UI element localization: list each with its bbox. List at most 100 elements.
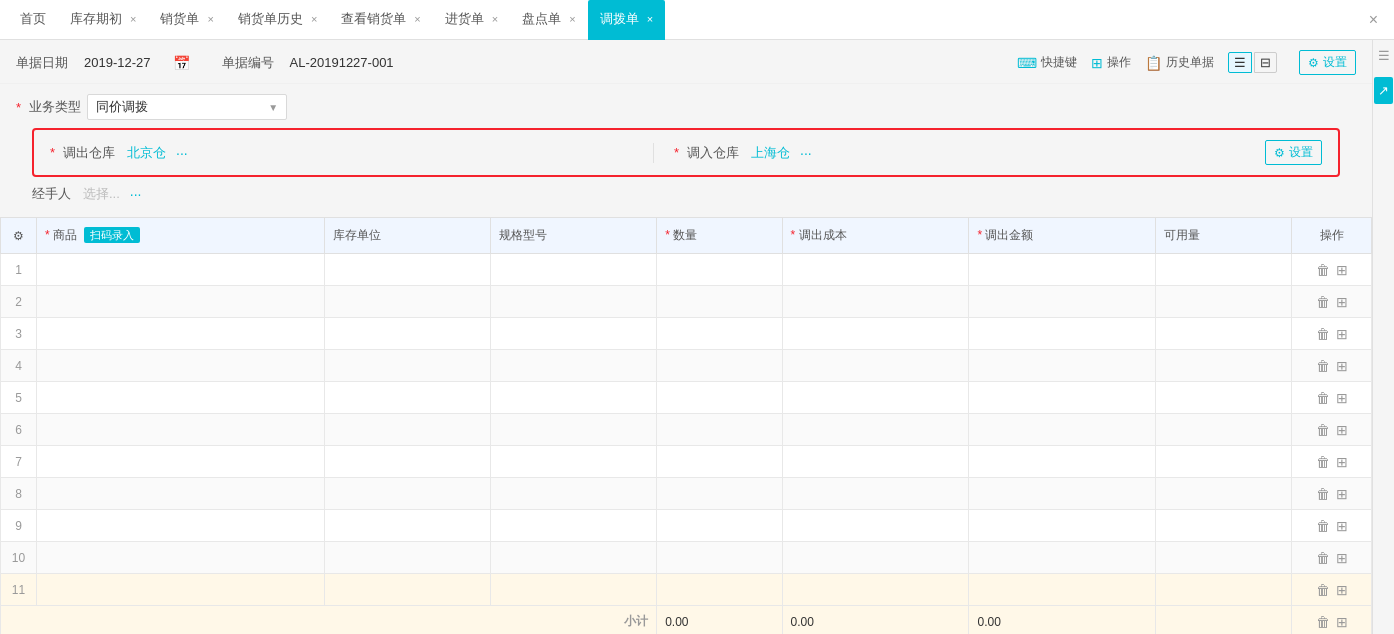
row-amount-4[interactable]	[969, 350, 1156, 382]
tab-inventory-check-close[interactable]: ×	[569, 13, 575, 25]
row-qty-9[interactable]	[657, 510, 782, 542]
row-unit-10[interactable]	[324, 542, 490, 574]
row-copy-btn-10[interactable]: ⊞	[1336, 550, 1348, 566]
row-spec-5[interactable]	[490, 382, 656, 414]
layout-grid-btn[interactable]: ⊟	[1254, 52, 1277, 73]
row-amount-6[interactable]	[969, 414, 1156, 446]
row-amount-5[interactable]	[969, 382, 1156, 414]
subtotal-copy-btn[interactable]: ⊞	[1336, 614, 1348, 630]
row-cost-10[interactable]	[782, 542, 969, 574]
th-gear[interactable]: ⚙	[1, 218, 37, 254]
row-qty-6[interactable]	[657, 414, 782, 446]
tab-view-sales-close[interactable]: ×	[414, 13, 420, 25]
tab-sales-order[interactable]: 销货单 ×	[148, 0, 225, 40]
row-product-1[interactable]	[37, 254, 325, 286]
row-spec-11[interactable]	[490, 574, 656, 606]
row-delete-btn-11[interactable]: 🗑	[1316, 582, 1330, 598]
row-qty-1[interactable]	[657, 254, 782, 286]
row-copy-btn-7[interactable]: ⊞	[1336, 454, 1348, 470]
tab-purchase-order-close[interactable]: ×	[492, 13, 498, 25]
dest-warehouse-more[interactable]: ···	[800, 145, 812, 161]
row-spec-4[interactable]	[490, 350, 656, 382]
row-product-9[interactable]	[37, 510, 325, 542]
layout-list-btn[interactable]: ☰	[1228, 52, 1252, 73]
row-copy-btn-8[interactable]: ⊞	[1336, 486, 1348, 502]
row-delete-btn-9[interactable]: 🗑	[1316, 518, 1330, 534]
handler-more[interactable]: ···	[130, 186, 142, 202]
row-qty-3[interactable]	[657, 318, 782, 350]
row-product-11[interactable]	[37, 574, 325, 606]
tab-sales-history[interactable]: 销货单历史 ×	[226, 0, 329, 40]
row-cost-1[interactable]	[782, 254, 969, 286]
row-unit-2[interactable]	[324, 286, 490, 318]
tab-home[interactable]: 首页	[8, 0, 58, 40]
tab-transfer-order-close[interactable]: ×	[647, 13, 653, 25]
row-amount-9[interactable]	[969, 510, 1156, 542]
row-copy-btn-6[interactable]: ⊞	[1336, 422, 1348, 438]
row-amount-1[interactable]	[969, 254, 1156, 286]
row-cost-2[interactable]	[782, 286, 969, 318]
subtotal-delete-btn[interactable]: 🗑	[1316, 614, 1330, 630]
row-copy-btn-9[interactable]: ⊞	[1336, 518, 1348, 534]
row-product-6[interactable]	[37, 414, 325, 446]
row-unit-9[interactable]	[324, 510, 490, 542]
row-product-4[interactable]	[37, 350, 325, 382]
row-product-3[interactable]	[37, 318, 325, 350]
row-cost-7[interactable]	[782, 446, 969, 478]
row-amount-8[interactable]	[969, 478, 1156, 510]
row-spec-9[interactable]	[490, 510, 656, 542]
window-close-button[interactable]: ×	[1361, 11, 1386, 29]
row-delete-btn-7[interactable]: 🗑	[1316, 454, 1330, 470]
row-spec-8[interactable]	[490, 478, 656, 510]
row-copy-btn-11[interactable]: ⊞	[1336, 582, 1348, 598]
row-delete-btn-2[interactable]: 🗑	[1316, 294, 1330, 310]
source-warehouse-more[interactable]: ···	[176, 145, 188, 161]
row-amount-3[interactable]	[969, 318, 1156, 350]
sidebar-export-icon[interactable]: ↗	[1374, 77, 1393, 104]
row-qty-5[interactable]	[657, 382, 782, 414]
row-amount-2[interactable]	[969, 286, 1156, 318]
row-delete-btn-1[interactable]: 🗑	[1316, 262, 1330, 278]
row-qty-10[interactable]	[657, 542, 782, 574]
row-amount-7[interactable]	[969, 446, 1156, 478]
row-cost-9[interactable]	[782, 510, 969, 542]
row-unit-5[interactable]	[324, 382, 490, 414]
row-spec-6[interactable]	[490, 414, 656, 446]
row-product-2[interactable]	[37, 286, 325, 318]
row-product-8[interactable]	[37, 478, 325, 510]
row-unit-1[interactable]	[324, 254, 490, 286]
sidebar-list-icon[interactable]: ☰	[1374, 44, 1394, 67]
row-spec-1[interactable]	[490, 254, 656, 286]
row-cost-5[interactable]	[782, 382, 969, 414]
row-unit-8[interactable]	[324, 478, 490, 510]
row-qty-4[interactable]	[657, 350, 782, 382]
row-copy-btn-2[interactable]: ⊞	[1336, 294, 1348, 310]
row-amount-10[interactable]	[969, 542, 1156, 574]
tab-inventory-init[interactable]: 库存期初 ×	[58, 0, 148, 40]
row-unit-11[interactable]	[324, 574, 490, 606]
row-cost-6[interactable]	[782, 414, 969, 446]
row-delete-btn-6[interactable]: 🗑	[1316, 422, 1330, 438]
row-delete-btn-10[interactable]: 🗑	[1316, 550, 1330, 566]
tab-purchase-order[interactable]: 进货单 ×	[433, 0, 510, 40]
row-unit-7[interactable]	[324, 446, 490, 478]
row-cost-8[interactable]	[782, 478, 969, 510]
warehouse-settings-button[interactable]: ⚙ 设置	[1265, 140, 1322, 165]
tab-inventory-check[interactable]: 盘点单 ×	[510, 0, 587, 40]
shortcuts-button[interactable]: ⌨ 快捷键	[1017, 54, 1077, 71]
business-type-select[interactable]: 同价调拨 ▼	[87, 94, 287, 120]
row-unit-4[interactable]	[324, 350, 490, 382]
row-delete-btn-3[interactable]: 🗑	[1316, 326, 1330, 342]
row-cost-4[interactable]	[782, 350, 969, 382]
row-unit-3[interactable]	[324, 318, 490, 350]
row-qty-8[interactable]	[657, 478, 782, 510]
handler-placeholder[interactable]: 选择...	[83, 185, 120, 203]
row-cost-3[interactable]	[782, 318, 969, 350]
row-spec-10[interactable]	[490, 542, 656, 574]
row-spec-7[interactable]	[490, 446, 656, 478]
row-copy-btn-3[interactable]: ⊞	[1336, 326, 1348, 342]
row-delete-btn-8[interactable]: 🗑	[1316, 486, 1330, 502]
row-qty-2[interactable]	[657, 286, 782, 318]
settings-button[interactable]: ⚙ 设置	[1299, 50, 1356, 75]
tab-sales-history-close[interactable]: ×	[311, 13, 317, 25]
